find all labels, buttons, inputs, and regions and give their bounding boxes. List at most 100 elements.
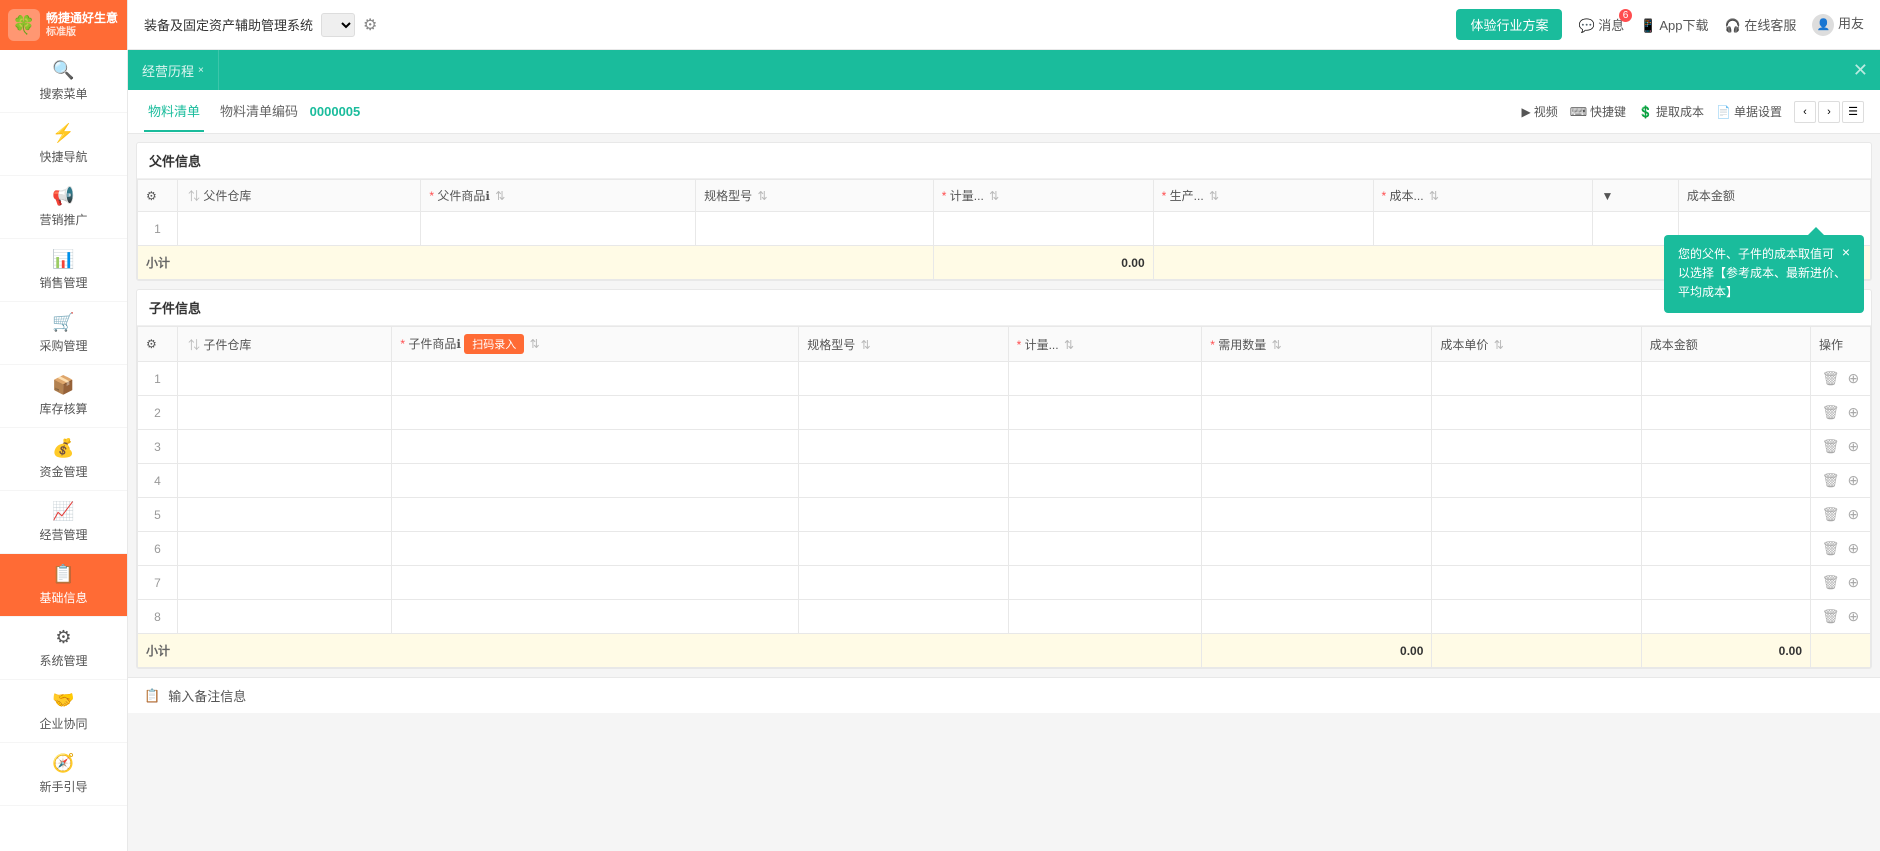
parent-cell-cost[interactable] [1373,212,1593,246]
child-cell-product-5[interactable] [392,498,799,532]
child-cell-spec-4[interactable] [799,464,1008,498]
child-cell-warehouse-1[interactable] [178,362,392,396]
child-cell-unit-8[interactable] [1008,600,1202,634]
message-btn[interactable]: 💬 消息 6 [1578,15,1624,34]
nav-prev-btn[interactable]: ‹ [1794,101,1816,123]
child-cell-warehouse-7[interactable] [178,566,392,600]
parent-cell-unit[interactable] [933,212,1153,246]
child-cell-unit-7[interactable] [1008,566,1202,600]
child-cell-warehouse-6[interactable] [178,532,392,566]
sidebar-item-finance[interactable]: 💰资金管理 [0,428,127,491]
parent-cell-warehouse[interactable] [178,212,421,246]
delete-icon-5[interactable]: 🗑 [1822,506,1840,523]
sidebar-item-operation[interactable]: 📈经营管理 [0,491,127,554]
child-cell-quantity-7[interactable] [1202,566,1432,600]
parent-cell-product[interactable] [421,212,696,246]
copy-icon-4[interactable]: ⊕ [1848,472,1860,489]
nav-menu-btn[interactable]: ☰ [1842,101,1864,123]
child-cell-quantity-8[interactable] [1202,600,1432,634]
sidebar-item-sales[interactable]: 📊销售管理 [0,239,127,302]
settings-icon[interactable]: ⚙ [363,15,377,35]
copy-icon-3[interactable]: ⊕ [1848,438,1860,455]
child-cell-spec-8[interactable] [799,600,1008,634]
child-cell-unit-price-8[interactable] [1432,600,1641,634]
child-cell-product-7[interactable] [392,566,799,600]
parent-cell-production[interactable] [1153,212,1373,246]
sidebar-item-purchase[interactable]: 🛒采购管理 [0,302,127,365]
child-cell-unit-4[interactable] [1008,464,1202,498]
child-cell-unit-price-3[interactable] [1432,430,1641,464]
child-cell-product-3[interactable] [392,430,799,464]
delete-icon-6[interactable]: 🗑 [1822,540,1840,557]
child-cell-spec-1[interactable] [799,362,1008,396]
close-all-btn[interactable]: ✕ [1841,60,1880,81]
settings-btn[interactable]: 📄 单据设置 [1716,103,1782,120]
sidebar-item-guide[interactable]: 🧭新手引导 [0,743,127,806]
child-cell-warehouse-3[interactable] [178,430,392,464]
child-cell-quantity-5[interactable] [1202,498,1432,532]
bottom-bar[interactable]: 📋 输入备注信息 [128,677,1880,713]
parent-th-settings[interactable]: ⚙ [138,180,178,212]
child-cell-unit-2[interactable] [1008,396,1202,430]
child-cell-unit-price-5[interactable] [1432,498,1641,532]
child-cell-unit-price-1[interactable] [1432,362,1641,396]
child-cell-warehouse-2[interactable] [178,396,392,430]
experience-button[interactable]: 体验行业方案 [1456,9,1562,40]
child-cell-warehouse-4[interactable] [178,464,392,498]
sidebar-item-basic-info[interactable]: 📋基础信息 [0,554,127,617]
delete-icon-8[interactable]: 🗑 [1822,608,1840,625]
copy-icon-1[interactable]: ⊕ [1848,370,1860,387]
copy-icon-6[interactable]: ⊕ [1848,540,1860,557]
delete-icon-3[interactable]: 🗑 [1822,438,1840,455]
nav-next-btn[interactable]: › [1818,101,1840,123]
cost-btn[interactable]: 💲 提取成本 [1638,103,1704,120]
child-cell-unit-price-6[interactable] [1432,532,1641,566]
sidebar-item-enterprise[interactable]: 🤝企业协同 [0,680,127,743]
child-cell-unit-price-7[interactable] [1432,566,1641,600]
delete-icon-2[interactable]: 🗑 [1822,404,1840,421]
child-cell-product-4[interactable] [392,464,799,498]
copy-icon-8[interactable]: ⊕ [1848,608,1860,625]
sidebar-item-system[interactable]: ⚙系统管理 [0,617,127,680]
shortcut-btn[interactable]: ⌨ 快捷键 [1570,103,1626,120]
child-cell-spec-7[interactable] [799,566,1008,600]
delete-icon-4[interactable]: 🗑 [1822,472,1840,489]
copy-icon-7[interactable]: ⊕ [1848,574,1860,591]
child-cell-product-8[interactable] [392,600,799,634]
scan-input-btn[interactable]: 扫码录入 [464,334,524,354]
child-cell-unit-price-2[interactable] [1432,396,1641,430]
child-cell-unit-5[interactable] [1008,498,1202,532]
copy-icon-2[interactable]: ⊕ [1848,404,1860,421]
child-cell-product-6[interactable] [392,532,799,566]
child-cell-spec-2[interactable] [799,396,1008,430]
child-cell-unit-1[interactable] [1008,362,1202,396]
delete-icon-1[interactable]: 🗑 [1822,370,1840,387]
child-cell-unit-6[interactable] [1008,532,1202,566]
child-cell-quantity-6[interactable] [1202,532,1432,566]
parent-cell-spec[interactable] [696,212,934,246]
tooltip-close-btn[interactable]: × [1842,245,1850,259]
child-cell-quantity-3[interactable] [1202,430,1432,464]
tab-经营历程[interactable]: 经营历程× [128,50,219,90]
copy-icon-5[interactable]: ⊕ [1848,506,1860,523]
sidebar-item-marketing[interactable]: 📢营销推广 [0,176,127,239]
child-cell-spec-5[interactable] [799,498,1008,532]
sidebar-item-quick-nav[interactable]: ⚡快捷导航 [0,113,127,176]
page-tab-bom[interactable]: 物料清单 [144,91,204,132]
child-cell-warehouse-5[interactable] [178,498,392,532]
child-cell-product-2[interactable] [392,396,799,430]
online-service-btn[interactable]: 🎧 在线客服 [1725,15,1797,34]
child-cell-product-1[interactable] [392,362,799,396]
child-cell-warehouse-8[interactable] [178,600,392,634]
view-btn[interactable]: ▶ 视频 [1521,103,1557,120]
child-cell-spec-6[interactable] [799,532,1008,566]
child-cell-unit-price-4[interactable] [1432,464,1641,498]
user-btn[interactable]: 👤 用友 [1812,13,1864,36]
child-cell-quantity-2[interactable] [1202,396,1432,430]
child-cell-unit-3[interactable] [1008,430,1202,464]
sidebar-item-search[interactable]: 🔍搜索菜单 [0,50,127,113]
app-download-btn[interactable]: 📱 App下载 [1640,15,1708,34]
delete-icon-7[interactable]: 🗑 [1822,574,1840,591]
child-cell-quantity-1[interactable] [1202,362,1432,396]
child-cell-spec-3[interactable] [799,430,1008,464]
